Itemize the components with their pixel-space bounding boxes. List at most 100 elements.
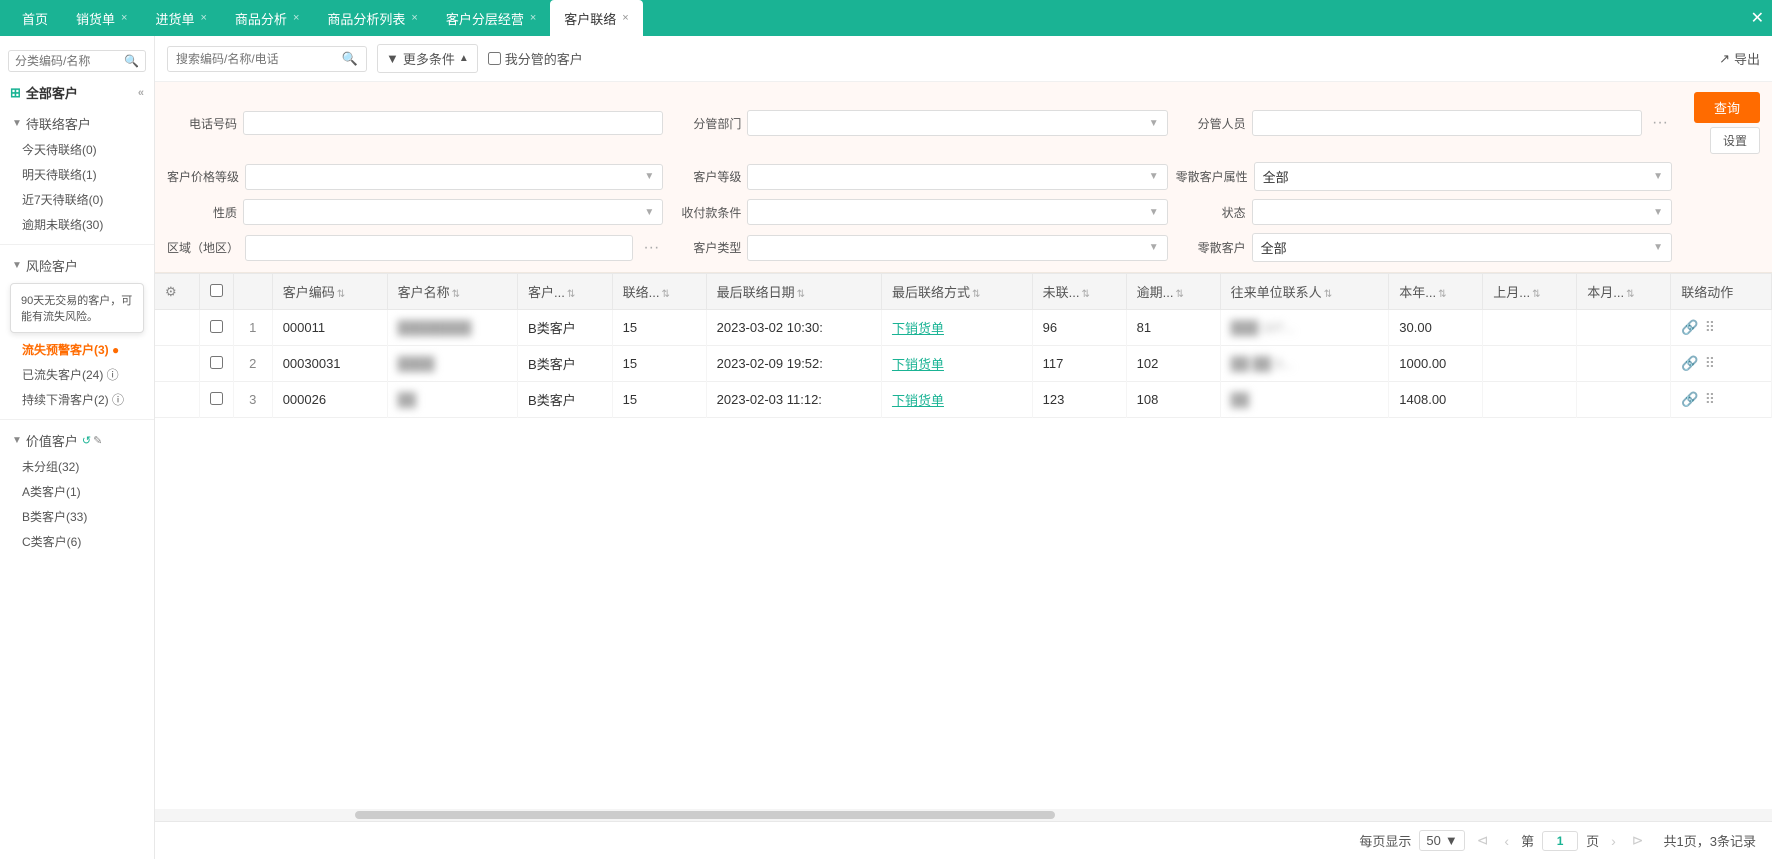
page-size-select[interactable]: 50 ▼	[1419, 830, 1464, 851]
close-icon[interactable]: ×	[622, 12, 628, 24]
my-customers-checkbox[interactable]	[488, 52, 501, 65]
contact-link-icon[interactable]: 🔗	[1681, 355, 1698, 372]
close-icon[interactable]: ×	[293, 12, 299, 24]
row-actions: 🔗 ⠿	[1671, 310, 1772, 346]
sidebar-item-class-a[interactable]: A类客户(1)	[0, 479, 154, 504]
status-select[interactable]: ▼	[1252, 199, 1672, 225]
select-all-checkbox[interactable]	[210, 284, 223, 297]
table-col-last-method[interactable]: 最后联络方式⇅	[881, 274, 1032, 310]
sidebar-item-ungrouped[interactable]: 未分组(32)	[0, 454, 154, 479]
more-actions-icon[interactable]: ⠿	[1705, 319, 1715, 336]
filter-search-icon[interactable]: 🔍	[342, 51, 358, 67]
row-checkbox[interactable]	[199, 310, 233, 346]
retail-customer-select[interactable]: 全部 ▼	[1252, 233, 1672, 262]
sidebar-item-churn-warning[interactable]: 流失预警客户(3) ●	[0, 337, 154, 362]
sidebar-search-input[interactable]	[15, 54, 124, 68]
dept-select[interactable]: ▼	[747, 110, 1167, 136]
row-last-method[interactable]: 下销货单	[881, 346, 1032, 382]
sort-icon: ⇅	[1626, 289, 1634, 300]
more-icon[interactable]: ···	[1648, 114, 1672, 132]
sidebar-item-overdue-pending[interactable]: 逾期未联络(30)	[0, 212, 154, 237]
row-last-method[interactable]: 下销货单	[881, 382, 1032, 418]
close-icon[interactable]: ×	[200, 12, 206, 24]
page-input[interactable]	[1542, 831, 1578, 851]
row-last-method[interactable]: 下销货单	[881, 310, 1032, 346]
my-customers-checkbox-container[interactable]: 我分管的客户	[488, 49, 583, 68]
divider	[0, 244, 154, 245]
filter-retail-attr: 零散客户属性 全部 ▼	[1176, 162, 1672, 191]
nature-select[interactable]: ▼	[243, 199, 663, 225]
table-checkbox-col[interactable]	[199, 274, 233, 310]
filter-phone: 电话号码	[167, 111, 663, 135]
filter-search-input[interactable]	[176, 52, 338, 66]
filter-payment: 收付款条件 ▼	[671, 199, 1167, 225]
sidebar-group-risk: ▼ 风险客户 90天无交易的客户，可能有流失风险。 流失预警客户(3) ● 已流…	[0, 249, 154, 415]
person-select[interactable]	[1252, 110, 1642, 136]
row-not-contacted: 117	[1032, 346, 1126, 382]
close-icon[interactable]: ×	[121, 12, 127, 24]
scrollbar-thumb[interactable]	[355, 811, 1055, 819]
close-window-icon[interactable]: ✕	[1751, 8, 1764, 28]
table-col-type[interactable]: 客户...⇅	[518, 274, 613, 310]
query-button[interactable]: 查询	[1694, 92, 1760, 123]
filter-price-grade: 客户价格等级 ▼	[167, 164, 663, 190]
table-col-overdue[interactable]: 逾期...⇅	[1126, 274, 1220, 310]
contact-link-icon[interactable]: 🔗	[1681, 319, 1698, 336]
more-icon[interactable]: ···	[639, 239, 663, 257]
row-checkbox[interactable]	[199, 346, 233, 382]
sidebar-item-7day-pending[interactable]: 近7天待联络(0)	[0, 187, 154, 212]
more-actions-icon[interactable]: ⠿	[1705, 355, 1715, 372]
sidebar-group-pending-header[interactable]: ▼ 待联络客户	[0, 110, 154, 137]
sidebar-item-today-pending[interactable]: 今天待联络(0)	[0, 137, 154, 162]
sidebar-item-class-b[interactable]: B类客户(33)	[0, 504, 154, 529]
tab-purchase-order[interactable]: 进货单 ×	[141, 0, 220, 36]
table-col-last-month[interactable]: 上月...⇅	[1483, 274, 1577, 310]
row-checkbox[interactable]	[199, 382, 233, 418]
tab-product-analysis-list[interactable]: 商品分析列表 ×	[313, 0, 431, 36]
last-page-btn[interactable]: ⊳	[1628, 830, 1648, 851]
row-code: 000026	[272, 382, 387, 418]
sidebar-all-customers[interactable]: ⊞ 全部客户 «	[0, 78, 154, 107]
close-icon[interactable]: ×	[530, 12, 536, 24]
table-col-name[interactable]: 客户名称⇅	[387, 274, 517, 310]
export-btn[interactable]: ↗ 导出	[1719, 49, 1760, 68]
table-col-no	[233, 274, 272, 310]
tab-sales-order[interactable]: 销货单 ×	[62, 0, 141, 36]
table-col-this-month[interactable]: 本月...⇅	[1577, 274, 1671, 310]
close-icon[interactable]: ×	[411, 12, 417, 24]
tab-customer-contact[interactable]: 客户联络 ×	[550, 0, 642, 36]
sidebar-search[interactable]: 🔍	[8, 50, 146, 72]
next-page-btn[interactable]: ›	[1607, 831, 1620, 851]
table-col-code[interactable]: 客户编码⇅	[272, 274, 387, 310]
sidebar-group-risk-header[interactable]: ▼ 风险客户	[0, 252, 154, 279]
prev-page-btn[interactable]: ‹	[1500, 831, 1513, 851]
more-actions-icon[interactable]: ⠿	[1705, 391, 1715, 408]
sidebar-item-declining[interactable]: 持续下滑客户(2) ⓘ	[0, 387, 154, 412]
table-settings-col[interactable]: ⚙	[155, 274, 199, 310]
sidebar-item-churned[interactable]: 已流失客户(24) ⓘ	[0, 362, 154, 387]
tab-home[interactable]: 首页	[8, 0, 62, 36]
tab-product-analysis[interactable]: 商品分析 ×	[221, 0, 313, 36]
payment-select[interactable]: ▼	[747, 199, 1167, 225]
settings-button[interactable]: 设置	[1710, 127, 1760, 154]
first-page-btn[interactable]: ⊲	[1473, 830, 1493, 851]
table-col-this-year[interactable]: 本年...⇅	[1389, 274, 1483, 310]
table-col-contact[interactable]: 联络...⇅	[612, 274, 706, 310]
customer-grade-select[interactable]: ▼	[747, 164, 1167, 190]
customer-type-select[interactable]: ▼	[747, 235, 1167, 261]
retail-attr-select[interactable]: 全部 ▼	[1254, 162, 1672, 191]
more-conditions-btn[interactable]: ▼ 更多条件 ▲	[377, 44, 478, 73]
table-col-unit-contact[interactable]: 往来单位联系人⇅	[1220, 274, 1389, 310]
table-col-not-contacted[interactable]: 未联...⇅	[1032, 274, 1126, 310]
price-grade-select[interactable]: ▼	[245, 164, 663, 190]
adv-filter-panel: 电话号码 分管部门 ▼ 分管人员 ···	[155, 82, 1772, 273]
sidebar-item-tomorrow-pending[interactable]: 明天待联络(1)	[0, 162, 154, 187]
contact-link-icon[interactable]: 🔗	[1681, 391, 1698, 408]
region-select[interactable]	[245, 235, 633, 261]
horizontal-scrollbar[interactable]	[155, 809, 1772, 821]
tab-customer-layer[interactable]: 客户分层经营 ×	[432, 0, 550, 36]
sidebar-item-class-c[interactable]: C类客户(6)	[0, 529, 154, 554]
sidebar-group-value-header[interactable]: ▼ 价值客户 ↺ ✎	[0, 427, 154, 454]
table-col-last-date[interactable]: 最后联络日期⇅	[706, 274, 881, 310]
phone-input[interactable]	[243, 111, 663, 135]
